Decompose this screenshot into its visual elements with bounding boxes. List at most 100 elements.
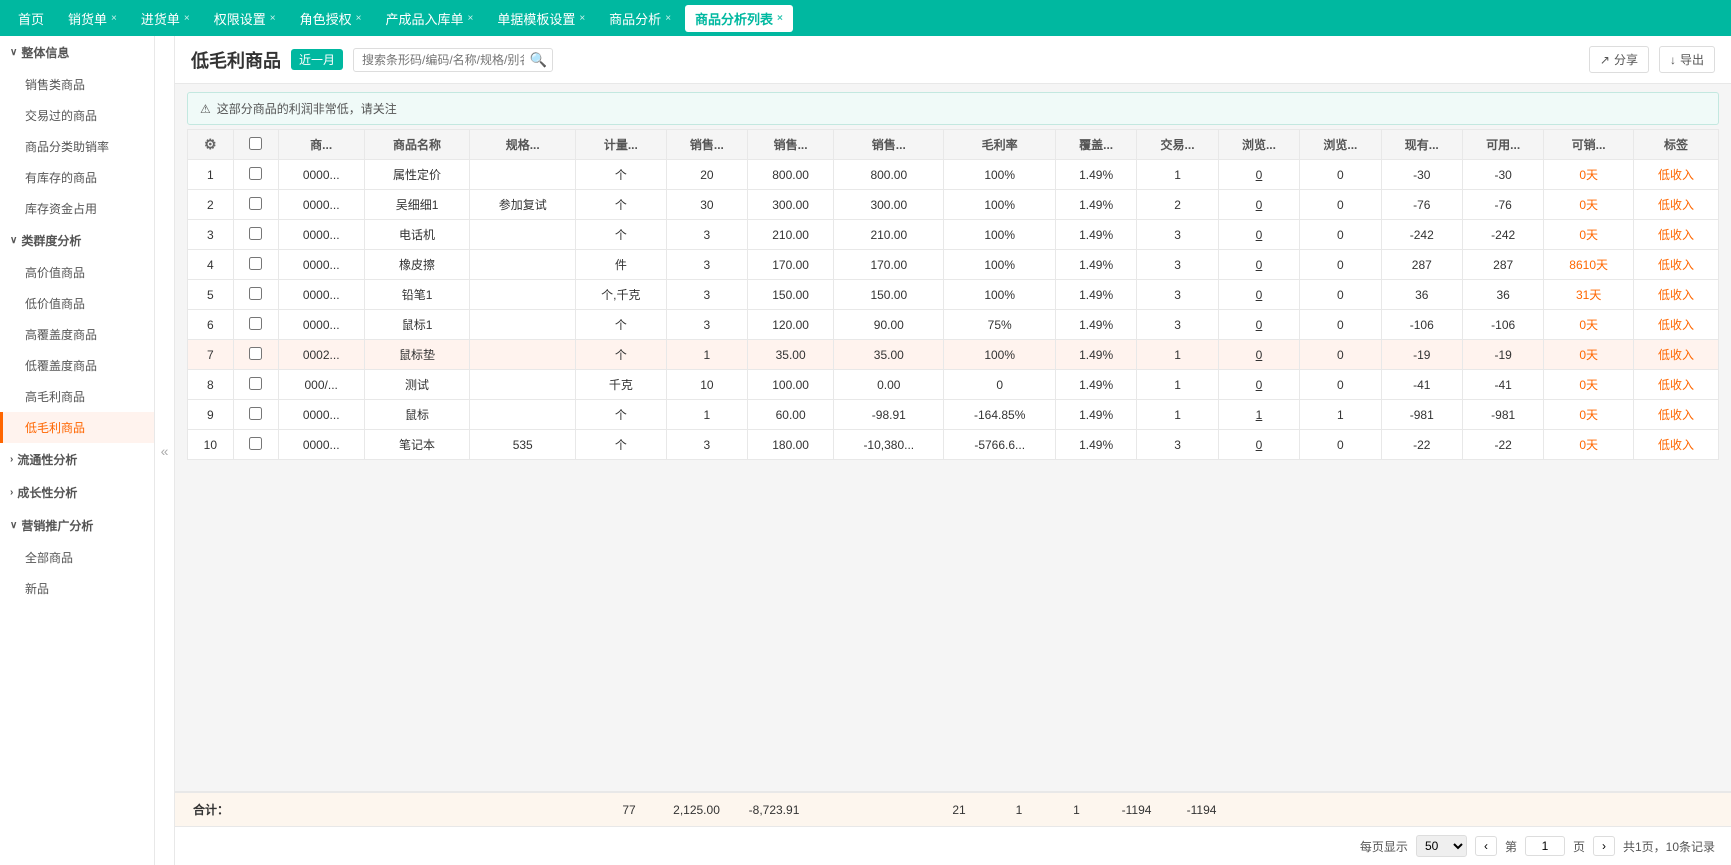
cell-browse1[interactable]: 0: [1218, 370, 1299, 400]
cell-browse1[interactable]: 1: [1218, 400, 1299, 430]
sidebar-item-全部商品[interactable]: 全部商品: [0, 542, 154, 573]
nav-item-权限设置[interactable]: 权限设置 ×: [204, 5, 286, 32]
row-checkbox[interactable]: [249, 437, 262, 450]
sidebar-group-类群度分析[interactable]: ∨类群度分析: [0, 224, 154, 257]
export-button[interactable]: ↓ 导出: [1659, 46, 1715, 73]
row-checkbox[interactable]: [249, 377, 262, 390]
cell-browse1[interactable]: 0: [1218, 340, 1299, 370]
browse-link[interactable]: 0: [1256, 198, 1263, 212]
sidebar-item-销售类商品[interactable]: 销售类商品: [0, 69, 154, 100]
browse-link[interactable]: 0: [1256, 438, 1263, 452]
sidebar-item-新品[interactable]: 新品: [0, 573, 154, 604]
nav-close-icon[interactable]: ×: [356, 13, 362, 24]
browse-link[interactable]: 0: [1256, 348, 1263, 362]
cell-browse1[interactable]: 0: [1218, 280, 1299, 310]
cell-spec: [470, 160, 576, 190]
sidebar-item-低覆盖度商品[interactable]: 低覆盖度商品: [0, 350, 154, 381]
cell-checkbox[interactable]: [233, 340, 278, 370]
sidebar-item-高价值商品[interactable]: 高价值商品: [0, 257, 154, 288]
cell-checkbox[interactable]: [233, 310, 278, 340]
cell-browse1[interactable]: 0: [1218, 220, 1299, 250]
cell-checkbox[interactable]: [233, 400, 278, 430]
sidebar-item-低毛利商品[interactable]: 低毛利商品: [0, 412, 154, 443]
cell-checkbox[interactable]: [233, 160, 278, 190]
settings-icon[interactable]: ⚙: [204, 136, 217, 152]
row-checkbox[interactable]: [249, 227, 262, 240]
cell-code: 0002...: [278, 340, 364, 370]
row-checkbox[interactable]: [249, 317, 262, 330]
cell-saleProfit: -10,380...: [834, 430, 944, 460]
cell-checkbox[interactable]: [233, 220, 278, 250]
row-checkbox[interactable]: [249, 257, 262, 270]
sidebar-item-高毛利商品[interactable]: 高毛利商品: [0, 381, 154, 412]
sidebar-item-商品分类助销率[interactable]: 商品分类助销率: [0, 131, 154, 162]
cell-browse2: 0: [1300, 190, 1381, 220]
sidebar-group-流通性分析[interactable]: ›流通性分析: [0, 443, 154, 476]
nav-item-商品分析列表[interactable]: 商品分析列表 ×: [685, 5, 793, 32]
table-row: 70002...鼠标垫个135.0035.00100%1.49%100-19-1…: [188, 340, 1719, 370]
row-checkbox[interactable]: [249, 167, 262, 180]
sidebar-item-高覆盖度商品[interactable]: 高覆盖度商品: [0, 319, 154, 350]
browse-link[interactable]: 0: [1256, 168, 1263, 182]
row-checkbox[interactable]: [249, 347, 262, 360]
nav-close-icon[interactable]: ×: [270, 13, 276, 24]
row-checkbox[interactable]: [249, 197, 262, 210]
date-badge[interactable]: 近一月: [291, 49, 343, 70]
nav-close-icon[interactable]: ×: [579, 13, 585, 24]
search-input[interactable]: [353, 48, 553, 72]
cell-saleCount: 10: [666, 370, 747, 400]
nav-item-角色授权[interactable]: 角色授权 ×: [290, 5, 372, 32]
nav-close-icon[interactable]: ×: [111, 13, 117, 24]
sidebar-item-交易过的商品[interactable]: 交易过的商品: [0, 100, 154, 131]
browse-link[interactable]: 1: [1256, 408, 1263, 422]
prev-page-button[interactable]: ‹: [1475, 836, 1497, 856]
nav-close-icon[interactable]: ×: [184, 13, 190, 24]
footer-cell-4: [494, 803, 544, 817]
col-header-settings[interactable]: ⚙: [188, 130, 234, 160]
cell-browse1[interactable]: 0: [1218, 430, 1299, 460]
sidebar-item-低价值商品[interactable]: 低价值商品: [0, 288, 154, 319]
browse-link[interactable]: 0: [1256, 258, 1263, 272]
page-size-select[interactable]: 50 20 100: [1416, 835, 1467, 857]
cell-browse1[interactable]: 0: [1218, 190, 1299, 220]
browse-link[interactable]: 0: [1256, 318, 1263, 332]
cell-trade: 3: [1137, 430, 1218, 460]
sidebar-group-营销推广分析[interactable]: ∨营销推广分析: [0, 509, 154, 542]
sidebar-item-库存资金占用[interactable]: 库存资金占用: [0, 193, 154, 224]
cell-checkbox[interactable]: [233, 250, 278, 280]
cell-checkbox[interactable]: [233, 280, 278, 310]
row-checkbox[interactable]: [249, 407, 262, 420]
search-button[interactable]: 🔍: [530, 51, 547, 68]
sidebar-collapse-button[interactable]: «: [155, 36, 175, 865]
select-all-checkbox[interactable]: [249, 137, 262, 150]
page-number-input[interactable]: [1525, 836, 1565, 856]
table-footer: 合计： 772,125.00-8,723.912111-1194-1194: [175, 791, 1731, 826]
share-button[interactable]: ↗ 分享: [1589, 46, 1649, 73]
cell-browse1[interactable]: 0: [1218, 160, 1299, 190]
sidebar-group-整体信息[interactable]: ∨整体信息: [0, 36, 154, 69]
cell-browse1[interactable]: 0: [1218, 310, 1299, 340]
next-page-button[interactable]: ›: [1593, 836, 1615, 856]
browse-link[interactable]: 0: [1256, 228, 1263, 242]
cell-browse1[interactable]: 0: [1218, 250, 1299, 280]
nav-item-商品分析[interactable]: 商品分析 ×: [599, 5, 681, 32]
cell-trade: 3: [1137, 250, 1218, 280]
sidebar-group-成长性分析[interactable]: ›成长性分析: [0, 476, 154, 509]
cell-checkbox[interactable]: [233, 370, 278, 400]
nav-close-icon[interactable]: ×: [777, 13, 783, 24]
cell-checkbox[interactable]: [233, 430, 278, 460]
cell-checkbox[interactable]: [233, 190, 278, 220]
sidebar-item-有库存的商品[interactable]: 有库存的商品: [0, 162, 154, 193]
browse-link[interactable]: 0: [1256, 288, 1263, 302]
nav-item-首页[interactable]: 首页: [8, 5, 54, 32]
cell-code: 0000...: [278, 310, 364, 340]
nav-item-进货单[interactable]: 进货单 ×: [131, 5, 200, 32]
col-header-checkbox[interactable]: [233, 130, 278, 160]
nav-item-单据模板设置[interactable]: 单据模板设置 ×: [487, 5, 595, 32]
nav-item-销货单[interactable]: 销货单 ×: [58, 5, 127, 32]
row-checkbox[interactable]: [249, 287, 262, 300]
nav-close-icon[interactable]: ×: [665, 13, 671, 24]
browse-link[interactable]: 0: [1256, 378, 1263, 392]
nav-close-icon[interactable]: ×: [467, 13, 473, 24]
nav-item-产成品入库单[interactable]: 产成品入库单 ×: [375, 5, 483, 32]
